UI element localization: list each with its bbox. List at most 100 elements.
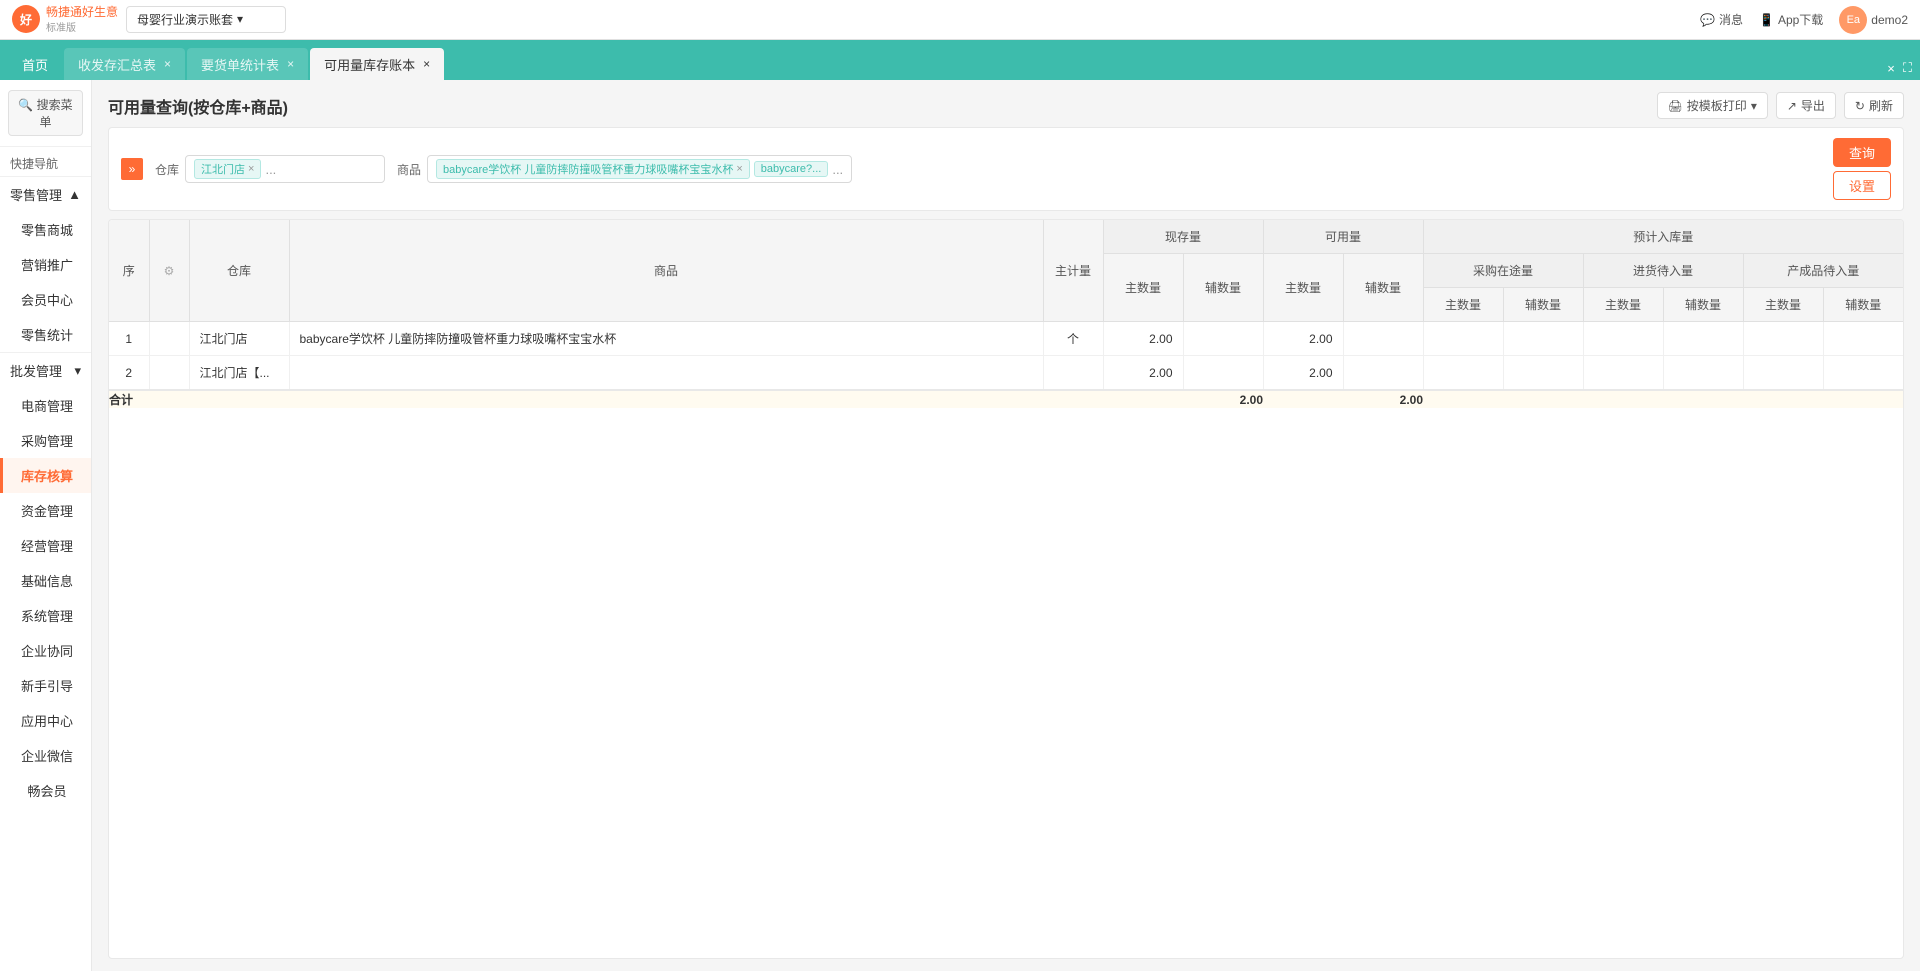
print-btn[interactable]: 🖨 按模板打印 ▾: [1657, 92, 1768, 119]
warehouse-filter-label: 仓库: [155, 161, 179, 178]
window-max-icon[interactable]: ⛶: [1903, 60, 1912, 76]
th-product-main-qty: 主数量: [1743, 288, 1823, 322]
window-close-icon[interactable]: ×: [1887, 61, 1895, 76]
sidebar-item-marketing[interactable]: 营销推广: [0, 247, 91, 282]
table-cell: [1663, 356, 1743, 391]
sidebar-item-basic[interactable]: 基础信息: [0, 563, 91, 598]
sidebar-item-retail[interactable]: 零售管理 ▲: [0, 176, 91, 212]
sidebar-search-label: 搜索菜单: [37, 98, 73, 129]
table-cell: 个: [1043, 322, 1103, 356]
chevron-down-icon: ▾: [237, 12, 243, 26]
tab-available-stock-label: 可用量库存账本: [324, 55, 415, 74]
footer-product-main-qty: [1823, 390, 1903, 408]
sidebar-item-enterprise[interactable]: 企业协同: [0, 633, 91, 668]
product-tag-1-text: babycare学饮杯 儿童防摔防撞吸管杯重力球吸嘴杯宝宝水杯: [443, 161, 733, 177]
tab-home[interactable]: 首页: [8, 48, 62, 80]
table-cell: 2: [109, 356, 149, 391]
product-tag-2: babycare?...: [754, 161, 829, 177]
warehouse-filter-input[interactable]: 江北门店 × ...: [185, 155, 385, 183]
sidebar-item-members[interactable]: 会员中心: [0, 282, 91, 317]
sidebar-item-inventory[interactable]: 库存核算: [0, 458, 91, 493]
table-cell: [1823, 356, 1903, 391]
refresh-btn[interactable]: ↻ 刷新: [1844, 92, 1904, 119]
sidebar-item-wechat[interactable]: 企业微信: [0, 738, 91, 773]
sidebar-item-purchase[interactable]: 采购管理: [0, 423, 91, 458]
top-bar-right: 💬 消息 📱 App下载 Ea demo2: [1700, 6, 1908, 34]
product-filter-input[interactable]: babycare学饮杯 儿童防摔防撞吸管杯重力球吸嘴杯宝宝水杯 × babyca…: [427, 155, 852, 183]
sidebar-item-newguide[interactable]: 新手引导: [0, 668, 91, 703]
app-download-btn[interactable]: 📱 App下载: [1759, 11, 1823, 28]
sidebar-wechat-label: 企业微信: [21, 749, 73, 764]
org-selector[interactable]: 母婴行业演示账套 ▾: [126, 6, 286, 33]
tab-available-stock-close[interactable]: ×: [423, 57, 430, 71]
table-cell: [1743, 322, 1823, 356]
tab-receive-summary[interactable]: 收发存汇总表 ×: [64, 48, 185, 80]
th-current-aux-qty: 辅数量: [1183, 254, 1263, 322]
setting-btn[interactable]: 设置: [1833, 171, 1891, 200]
table-cell: [1183, 322, 1263, 356]
sidebar-item-system[interactable]: 系统管理: [0, 598, 91, 633]
sidebar-item-finance[interactable]: 资金管理: [0, 493, 91, 528]
export-label: 导出: [1801, 97, 1825, 114]
top-bar: 好 畅捷通好生意 标准版 母婴行业演示账套 ▾ 💬 消息 📱 App下载 Ea …: [0, 0, 1920, 40]
sidebar-newguide-label: 新手引导: [21, 679, 73, 694]
th-purchase-aux-qty: 辅数量: [1503, 288, 1583, 322]
filter-expand-btn[interactable]: »: [121, 158, 143, 180]
sidebar-item-retail-shop[interactable]: 零售商城: [0, 212, 91, 247]
footer-available-main-qty: 2.00: [1343, 390, 1423, 408]
sidebar-item-appcenter[interactable]: 应用中心: [0, 703, 91, 738]
tab-receive-summary-close[interactable]: ×: [164, 57, 171, 71]
th-incoming-aux-qty: 辅数量: [1663, 288, 1743, 322]
data-table: 序 ⚙ 仓库 商品 主计量 现存量 可用量 预计入库量 主数量 辅数量: [109, 220, 1903, 408]
sidebar-wholesale-label: 批发管理: [10, 361, 62, 380]
product-ellipsis[interactable]: ...: [832, 162, 843, 177]
logo-sub: 标准版: [46, 19, 118, 34]
th-main-unit: 主计量: [1043, 220, 1103, 322]
sidebar-retail-label: 零售管理: [10, 185, 62, 204]
tab-available-stock[interactable]: 可用量库存账本 ×: [310, 48, 444, 80]
table-cell: [1183, 356, 1263, 391]
th-seq: 序: [109, 220, 149, 322]
table-cell: 2.00: [1103, 356, 1183, 391]
page-actions: 🖨 按模板打印 ▾ ↗ 导出 ↻ 刷新: [1657, 92, 1904, 119]
table-cell: [1343, 322, 1423, 356]
filter-action-btns: 查询 设置: [1833, 138, 1891, 200]
warehouse-filter-group: 仓库 江北门店 × ...: [155, 155, 385, 183]
user-area[interactable]: Ea demo2: [1839, 6, 1908, 34]
filter-bar: » 仓库 江北门店 × ... 商品 babycare学饮杯 儿童防摔防撞吸管杯…: [108, 127, 1904, 211]
th-gear[interactable]: ⚙: [149, 220, 189, 322]
tab-order-stats-close[interactable]: ×: [287, 57, 294, 71]
table-cell: [149, 356, 189, 391]
quick-nav-label: 快捷导航: [10, 155, 58, 172]
search-icon: 🔍: [18, 98, 33, 112]
product-tag-1-close[interactable]: ×: [736, 163, 742, 175]
warehouse-tag-close[interactable]: ×: [248, 163, 254, 175]
message-btn[interactable]: 💬 消息: [1700, 11, 1743, 28]
tab-order-stats[interactable]: 要货单统计表 ×: [187, 48, 308, 80]
tab-home-label: 首页: [22, 55, 48, 74]
main-layout: 🔍 搜索菜单 快捷导航 零售管理 ▲ 零售商城 营销推广 会员中心 零售统计 批…: [0, 80, 1920, 971]
table-cell: [1583, 322, 1663, 356]
sidebar-item-vip[interactable]: 畅会员: [0, 773, 91, 808]
print-icon: 🖨: [1668, 99, 1683, 113]
sidebar-item-retail-stats[interactable]: 零售统计: [0, 317, 91, 352]
window-controls: × ⛶: [1887, 60, 1912, 80]
table-cell: [1503, 322, 1583, 356]
sidebar-item-operations[interactable]: 经营管理: [0, 528, 91, 563]
table-cell: 江北门店【...: [189, 356, 289, 391]
table-cell: 2.00: [1263, 356, 1343, 391]
table-row: 1江北门店babycare学饮杯 儿童防摔防撞吸管杯重力球吸嘴杯宝宝水杯个2.0…: [109, 322, 1903, 356]
sidebar-search-btn[interactable]: 🔍 搜索菜单: [8, 90, 83, 136]
sidebar-item-ecommerce[interactable]: 电商管理: [0, 388, 91, 423]
gear-icon[interactable]: ⚙: [164, 264, 175, 278]
warehouse-ellipsis[interactable]: ...: [265, 162, 276, 177]
table-cell: 2.00: [1103, 322, 1183, 356]
table-cell: [1503, 356, 1583, 391]
th-product-aux-qty: 辅数量: [1823, 288, 1903, 322]
quick-nav[interactable]: 快捷导航: [0, 147, 91, 176]
export-btn[interactable]: ↗ 导出: [1776, 92, 1836, 119]
query-btn[interactable]: 查询: [1833, 138, 1891, 167]
export-icon: ↗: [1787, 99, 1797, 113]
sidebar-item-wholesale[interactable]: 批发管理 ▾: [0, 352, 91, 388]
th-incoming-pending-group: 进货待入量: [1583, 254, 1743, 288]
